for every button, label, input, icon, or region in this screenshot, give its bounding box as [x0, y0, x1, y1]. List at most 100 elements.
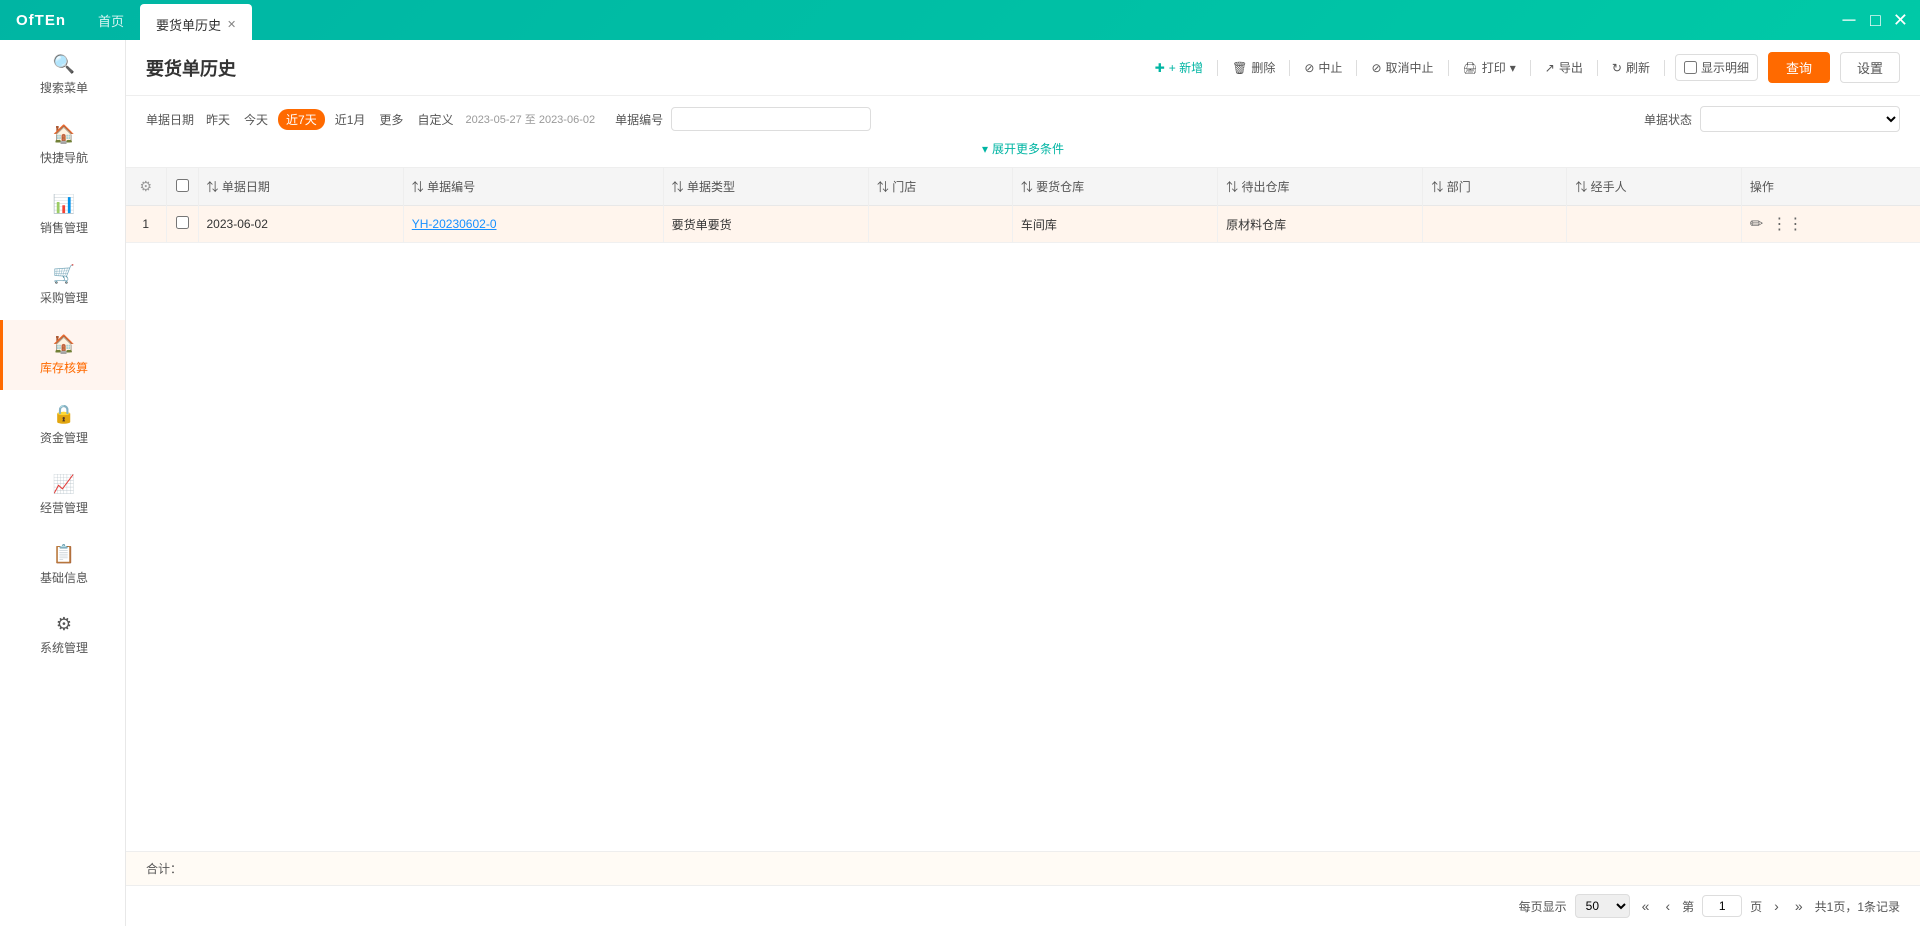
- page-label: 第: [1682, 898, 1694, 915]
- sidebar-item-finance[interactable]: 🔒 资金管理: [0, 390, 125, 460]
- divider6: [1597, 60, 1598, 76]
- date-btn-more[interactable]: 更多: [375, 109, 407, 130]
- last-page-btn[interactable]: »: [1791, 896, 1807, 916]
- date-btn-custom[interactable]: 自定义: [413, 109, 457, 130]
- divider4: [1448, 60, 1449, 76]
- sidebar-item-system-label: 系统管理: [40, 639, 88, 656]
- window-minimize-icon[interactable]: －: [1840, 7, 1858, 33]
- next-page-btn[interactable]: ›: [1770, 896, 1783, 916]
- content-area: 要货单历史 ✚ + 新增 🗑 删除 ⊘ 中止: [126, 40, 1920, 926]
- pagination-bar: 每页显示 10 20 50 100 « ‹ 第 页 › » 共1页，1条记录: [126, 885, 1920, 926]
- sidebar-item-system[interactable]: ⚙ 系统管理: [0, 600, 125, 670]
- cell-operation: ✏ ⋮⋮: [1741, 206, 1920, 243]
- divider2: [1289, 60, 1290, 76]
- brand-text: OfTEn: [0, 12, 82, 29]
- cell-pending-warehouse: 原材料仓库: [1218, 206, 1423, 243]
- col-dept: ⇅ 部门: [1423, 168, 1567, 206]
- footer-total-label: 合计：: [146, 860, 182, 877]
- cell-dept: [1423, 206, 1567, 243]
- tab-home[interactable]: 首页: [82, 0, 140, 40]
- print-icon: 🖨: [1463, 61, 1478, 75]
- sidebar-item-basic-info-label: 基础信息: [40, 569, 88, 586]
- add-button[interactable]: ✚ + 新增: [1151, 59, 1207, 76]
- col-handler-sort-icon[interactable]: ⇅: [1575, 180, 1587, 194]
- sidebar-item-quick-nav[interactable]: 🏠 快捷导航: [0, 110, 125, 180]
- sales-icon: 📊: [53, 194, 75, 215]
- sidebar-item-search-menu[interactable]: 🔍 搜索菜单: [0, 40, 125, 110]
- cell-num: 1: [126, 206, 166, 243]
- cell-doc-no: YH-20230602-0: [403, 206, 663, 243]
- divider7: [1664, 60, 1665, 76]
- page-suffix: 页: [1750, 898, 1762, 915]
- first-page-btn[interactable]: «: [1638, 896, 1654, 916]
- export-button[interactable]: ↗ 导出: [1541, 59, 1587, 76]
- sidebar-item-sales-label: 销售管理: [40, 219, 88, 236]
- col-settings: ⚙: [126, 168, 166, 206]
- date-btn-1month[interactable]: 近1月: [331, 109, 370, 130]
- show-detail-checkbox[interactable]: [1684, 61, 1697, 74]
- window-close-icon[interactable]: ✕: [1893, 10, 1908, 31]
- date-btn-7days[interactable]: 近7天: [278, 109, 325, 130]
- tab-close-icon[interactable]: ✕: [227, 18, 236, 31]
- sidebar-item-quick-nav-label: 快捷导航: [40, 149, 88, 166]
- col-doc-type-sort-icon[interactable]: ⇅: [672, 180, 684, 194]
- top-bar-tabs: 首页 要货单历史 ✕: [82, 0, 1840, 40]
- col-date: ⇅ 单据日期: [198, 168, 403, 206]
- refresh-icon: ↻: [1612, 61, 1622, 75]
- divider5: [1530, 60, 1531, 76]
- sidebar-item-basic-info[interactable]: 📋 基础信息: [0, 530, 125, 600]
- select-all-checkbox[interactable]: [176, 179, 189, 192]
- suspend-button[interactable]: ⊘ 中止: [1300, 59, 1346, 76]
- sidebar-item-sales[interactable]: 📊 销售管理: [0, 180, 125, 250]
- tab-requisition-label: 要货单历史: [156, 15, 221, 34]
- query-button[interactable]: 查询: [1768, 52, 1830, 83]
- doc-no-link[interactable]: YH-20230602-0: [412, 217, 497, 231]
- edit-icon[interactable]: ✏: [1750, 214, 1763, 234]
- cell-date: 2023-06-02: [198, 206, 403, 243]
- col-req-warehouse-sort-icon[interactable]: ⇅: [1021, 180, 1033, 194]
- cancel-suspend-button[interactable]: ⊘ 取消中止: [1367, 59, 1437, 76]
- sidebar-item-purchase[interactable]: 🛒 采购管理: [0, 250, 125, 320]
- page-input[interactable]: [1702, 895, 1742, 917]
- doc-no-input[interactable]: [671, 107, 871, 131]
- delete-icon: 🗑: [1232, 61, 1247, 75]
- show-detail-button[interactable]: 显示明细: [1675, 54, 1758, 81]
- date-filter-label: 单据日期: [146, 111, 194, 128]
- doc-no-filter-group: 单据编号: [615, 107, 871, 131]
- divider3: [1356, 60, 1357, 76]
- expand-filter-btn[interactable]: ▾ 展开更多条件: [982, 140, 1064, 157]
- date-btn-today[interactable]: 今天: [240, 109, 272, 130]
- suspend-icon: ⊘: [1304, 61, 1314, 75]
- prev-page-btn[interactable]: ‹: [1661, 896, 1674, 916]
- status-select[interactable]: [1700, 106, 1900, 132]
- cell-checkbox: [166, 206, 198, 243]
- status-filter-group: 单据状态: [1644, 106, 1900, 132]
- row-checkbox[interactable]: [176, 216, 189, 229]
- print-button[interactable]: 🖨 打印 ▾: [1459, 59, 1520, 76]
- expand-chevron-icon: ▾: [982, 142, 988, 156]
- per-page-select[interactable]: 10 20 50 100: [1575, 894, 1630, 918]
- main-layout: 🔍 搜索菜单 🏠 快捷导航 📊 销售管理 🛒 采购管理 🏠 库存核算 🔒 资金管…: [0, 40, 1920, 926]
- date-btn-yesterday[interactable]: 昨天: [202, 109, 234, 130]
- basic-info-icon: 📋: [53, 544, 75, 565]
- col-store-sort-icon[interactable]: ⇅: [877, 180, 889, 194]
- col-date-sort-icon[interactable]: ⇅: [207, 180, 219, 194]
- delete-button[interactable]: 🗑 删除: [1228, 59, 1279, 76]
- cell-handler: [1567, 206, 1742, 243]
- table-settings-icon[interactable]: ⚙: [139, 178, 152, 194]
- tab-requisition-history[interactable]: 要货单历史 ✕: [140, 4, 252, 44]
- inventory-icon: 🏠: [53, 334, 75, 355]
- col-doc-type: ⇅ 单据类型: [663, 168, 868, 206]
- col-doc-no-sort-icon[interactable]: ⇅: [412, 180, 424, 194]
- col-dept-sort-icon[interactable]: ⇅: [1431, 180, 1443, 194]
- sidebar-item-inventory[interactable]: 🏠 库存核算: [0, 320, 125, 390]
- settings-button[interactable]: 设置: [1840, 52, 1900, 83]
- date-filter-group: 单据日期 昨天 今天 近7天 近1月 更多 自定义 2023-05-27 至 2…: [146, 109, 595, 130]
- purchase-icon: 🛒: [53, 264, 75, 285]
- refresh-button[interactable]: ↻ 刷新: [1608, 59, 1654, 76]
- sidebar-item-search-label: 搜索菜单: [40, 79, 88, 96]
- more-icon[interactable]: ⋮⋮: [1771, 214, 1803, 234]
- col-pending-warehouse-sort-icon[interactable]: ⇅: [1226, 180, 1238, 194]
- window-maximize-icon[interactable]: □: [1870, 10, 1881, 31]
- sidebar-item-operations[interactable]: 📈 经营管理: [0, 460, 125, 530]
